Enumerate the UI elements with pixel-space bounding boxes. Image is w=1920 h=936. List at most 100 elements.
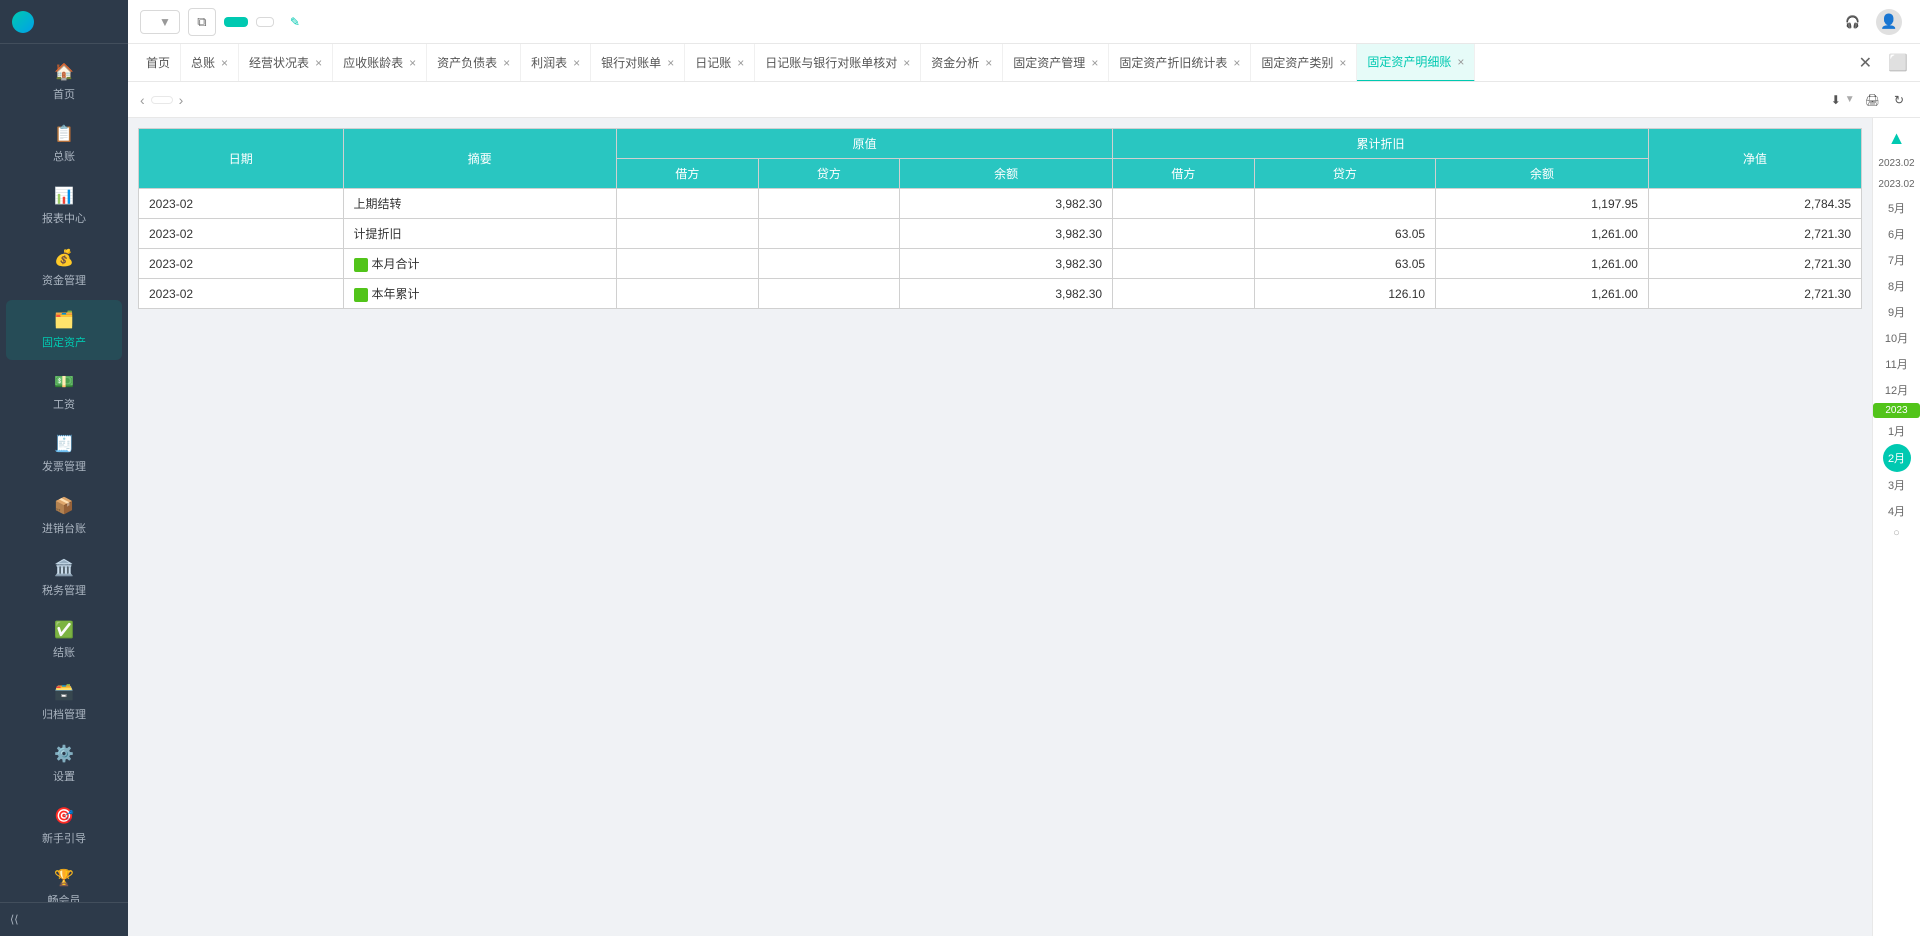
right-panel-month[interactable]: 4月 bbox=[1873, 498, 1920, 524]
right-panel-month[interactable]: 5月 bbox=[1873, 195, 1920, 221]
archive-icon: 🗃️ bbox=[54, 682, 74, 702]
tab-银行对账单[interactable]: 银行对账单× bbox=[591, 44, 685, 82]
tab-close-icon[interactable]: × bbox=[221, 56, 228, 70]
sidebar-item-guide[interactable]: 🎯新手引导 bbox=[6, 796, 122, 856]
sidebar-item-invoice[interactable]: 🧾发票管理 bbox=[6, 424, 122, 484]
cell-leiji-balance: 1,261.00 bbox=[1436, 249, 1649, 279]
right-panel-month[interactable]: 12月 bbox=[1873, 377, 1920, 403]
right-panel-month[interactable]: 11月 bbox=[1873, 351, 1920, 377]
cell-leiji-debit bbox=[1113, 189, 1255, 219]
workbench-button[interactable] bbox=[224, 17, 248, 27]
table-row: 2023-02 本月合计 3,982.30 63.05 1,261.00 2,7… bbox=[139, 249, 1862, 279]
subnav-next-arrow[interactable]: › bbox=[179, 92, 184, 108]
sidebar-item-ledger[interactable]: 📋总账 bbox=[6, 114, 122, 174]
tab-固定资产管理[interactable]: 固定资产管理 × bbox=[1003, 44, 1109, 82]
switch-version-button[interactable] bbox=[256, 17, 274, 27]
company-dropdown-icon: ▼ bbox=[159, 15, 171, 29]
sidebar-item-checkout[interactable]: ✅结账 bbox=[6, 610, 122, 670]
tab-close-icon[interactable]: × bbox=[737, 56, 744, 70]
tab-label: 固定资产管理 bbox=[1013, 54, 1085, 71]
tabbar: 首页总账×经营状况表×应收账龄表×资产负债表×利润表×银行对账单×日记账×日记账… bbox=[128, 44, 1920, 82]
tab-close-icon[interactable]: × bbox=[1233, 56, 1240, 70]
tab-日记账与银行对账单核对[interactable]: 日记账与银行对账单核对× bbox=[755, 44, 921, 82]
download-chevron: ▼ bbox=[1845, 94, 1855, 105]
sidebar-item-member[interactable]: 🏆畅会员 bbox=[6, 858, 122, 902]
right-panel-month[interactable]: 1月 bbox=[1873, 418, 1920, 444]
right-panel-month[interactable]: 9月 bbox=[1873, 299, 1920, 325]
refresh-button[interactable]: ↻ bbox=[1894, 93, 1908, 107]
sidebar-item-settings[interactable]: ⚙️设置 bbox=[6, 734, 122, 794]
right-panel-month[interactable]: 3月 bbox=[1873, 472, 1920, 498]
sidebar-item-fixed-assets[interactable]: 🗂️固定资产 bbox=[6, 300, 122, 360]
right-panel-active-month[interactable]: 2月 bbox=[1883, 444, 1911, 472]
sidebar-item-trade[interactable]: 📦进销台账 bbox=[6, 486, 122, 546]
tab-close-icon[interactable]: × bbox=[409, 56, 416, 70]
cell-leiji-balance: 1,197.95 bbox=[1436, 189, 1649, 219]
download-button[interactable]: ⬇ ▼ bbox=[1831, 93, 1855, 107]
user-menu[interactable]: 👤 bbox=[1876, 9, 1908, 35]
tab-总账[interactable]: 总账× bbox=[181, 44, 239, 82]
sidebar-item-tax[interactable]: 🏛️税务管理 bbox=[6, 548, 122, 608]
col-accum-credit: 贷方 bbox=[1254, 159, 1435, 189]
tab-close-icon[interactable]: × bbox=[903, 56, 910, 70]
tab-close-icon[interactable]: × bbox=[667, 56, 674, 70]
right-panel-year-badge[interactable]: 2023 bbox=[1873, 403, 1920, 418]
tab-close-icon[interactable]: × bbox=[573, 56, 580, 70]
tab-应收账龄表[interactable]: 应收账龄表× bbox=[333, 44, 427, 82]
sidebar-logo bbox=[0, 0, 128, 44]
tab-首页[interactable]: 首页 bbox=[136, 44, 181, 82]
tab-固定资产明细账[interactable]: 固定资产明细账× bbox=[1357, 44, 1475, 82]
right-panel-month[interactable]: 10月 bbox=[1873, 325, 1920, 351]
support-button[interactable]: 🎧 bbox=[1845, 15, 1864, 29]
sidebar-item-report[interactable]: 📊报表中心 bbox=[6, 176, 122, 236]
sidebar-item-archive[interactable]: 🗃️ 归档管理 bbox=[6, 672, 122, 732]
col-original-credit: 贷方 bbox=[758, 159, 900, 189]
tab-label: 利润表 bbox=[531, 54, 567, 71]
sidebar-item-home[interactable]: 🏠首页 bbox=[6, 52, 122, 112]
right-panel-month[interactable]: 8月 bbox=[1873, 273, 1920, 299]
sidebar-item-fund[interactable]: 💰资金管理 bbox=[6, 238, 122, 298]
tab-close-icon[interactable]: × bbox=[1091, 56, 1098, 70]
cell-leiji-balance: 1,261.00 bbox=[1436, 219, 1649, 249]
subnav-prev-arrow[interactable]: ‹ bbox=[140, 92, 145, 108]
tab-close-icon[interactable]: × bbox=[315, 56, 322, 70]
cell-desc: 本年累计 bbox=[343, 279, 617, 309]
fixed-assets-label: 固定资产 bbox=[42, 334, 86, 350]
sidebar-unpin[interactable]: ⟨⟨ bbox=[0, 902, 128, 936]
tab-close-icon[interactable]: × bbox=[1339, 56, 1346, 70]
tab-label: 经营状况表 bbox=[249, 54, 309, 71]
right-panel-period[interactable]: 2023.02 bbox=[1873, 174, 1920, 195]
settings-label: 设置 bbox=[53, 768, 75, 784]
print-button[interactable]: 🖨 bbox=[1865, 93, 1884, 107]
cell-leiji-credit: 63.05 bbox=[1254, 219, 1435, 249]
tab-利润表[interactable]: 利润表 × bbox=[521, 44, 591, 82]
period-edit-icon[interactable]: ✎ bbox=[290, 15, 300, 29]
sidebar-item-salary[interactable]: 💵工资 bbox=[6, 362, 122, 422]
right-panel-up-arrow[interactable]: ▲ bbox=[1884, 124, 1910, 153]
right-panel-month[interactable]: 6月 bbox=[1873, 221, 1920, 247]
cell-desc: 本月合计 bbox=[343, 249, 617, 279]
tab-资产负债表[interactable]: 资产负债表× bbox=[427, 44, 521, 82]
copy-button[interactable]: ⧉ bbox=[188, 8, 216, 36]
tab-maximize-icon[interactable]: ⬜ bbox=[1884, 51, 1912, 75]
tab-日记账[interactable]: 日记账× bbox=[685, 44, 755, 82]
right-panel-month[interactable]: 7月 bbox=[1873, 247, 1920, 273]
period-display: ✎ bbox=[282, 15, 300, 29]
tab-固定资产类别[interactable]: 固定资产类别× bbox=[1251, 44, 1357, 82]
col-accum-balance: 余额 bbox=[1436, 159, 1649, 189]
cell-leiji-debit bbox=[1113, 219, 1255, 249]
archive-label: 归档管理 bbox=[42, 706, 86, 722]
right-panel-period[interactable]: 2023.02 bbox=[1873, 153, 1920, 174]
cell-desc: 上期结转 bbox=[343, 189, 617, 219]
tab-close-all-icon[interactable]: ✕ bbox=[1855, 51, 1876, 75]
tab-close-icon[interactable]: × bbox=[503, 56, 510, 70]
right-panel-bottom-nav[interactable]: ○ bbox=[1890, 524, 1903, 542]
tab-固定资产折旧统计表[interactable]: 固定资产折旧统计表× bbox=[1109, 44, 1251, 82]
tab-资金分析[interactable]: 资金分析× bbox=[921, 44, 1003, 82]
company-selector[interactable]: ▼ bbox=[140, 10, 180, 34]
tab-close-icon[interactable]: × bbox=[985, 56, 992, 70]
tab-经营状况表[interactable]: 经营状况表 × bbox=[239, 44, 333, 82]
tab-close-icon[interactable]: × bbox=[1457, 55, 1464, 69]
download-icon: ⬇ bbox=[1831, 93, 1841, 107]
logo-icon bbox=[12, 11, 34, 33]
